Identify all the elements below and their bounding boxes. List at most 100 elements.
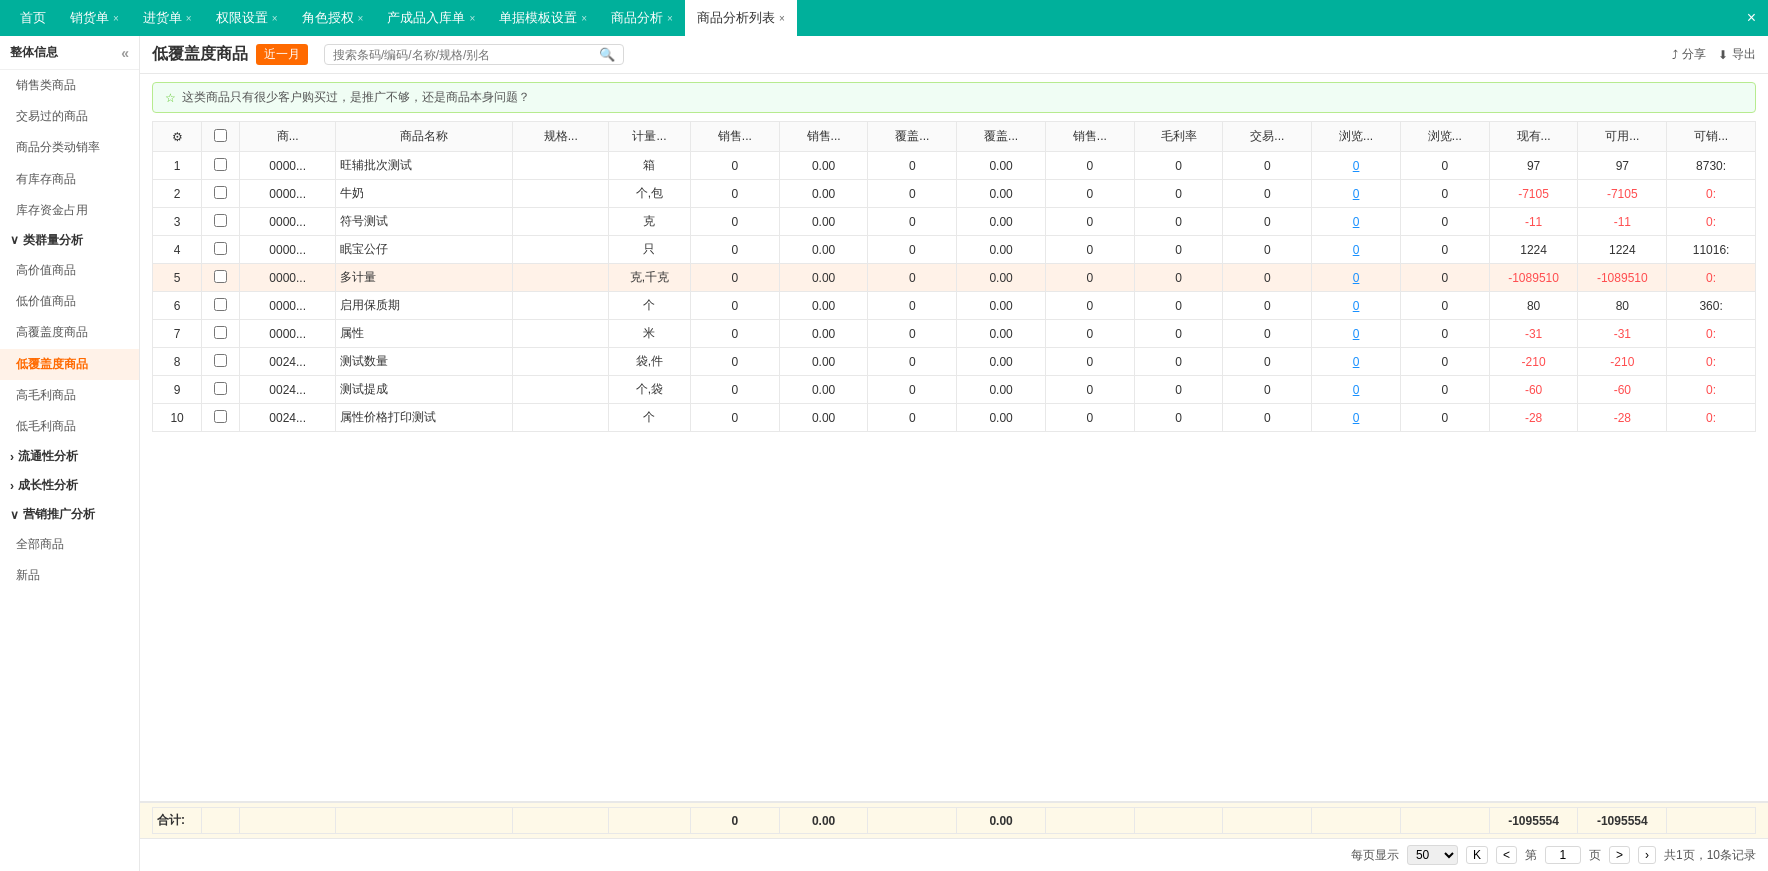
prev-page-button[interactable]: <: [1496, 846, 1517, 864]
select-all-checkbox[interactable]: [214, 129, 227, 142]
row-view1[interactable]: 0: [1312, 320, 1401, 348]
first-page-button[interactable]: K: [1466, 846, 1488, 864]
row-checkbox[interactable]: [202, 348, 240, 376]
row-checkbox[interactable]: [202, 320, 240, 348]
sales3-column-header[interactable]: 销售...: [1045, 122, 1134, 152]
sidebar-section-growth[interactable]: › 成长性分析: [0, 471, 139, 500]
cover2-column-header[interactable]: 覆盖...: [957, 122, 1046, 152]
row-view1[interactable]: 0: [1312, 292, 1401, 320]
row-sales2: 0.00: [779, 376, 868, 404]
search-input[interactable]: [333, 48, 599, 62]
row-view1[interactable]: 0: [1312, 180, 1401, 208]
share-button[interactable]: ⤴ 分享: [1672, 46, 1706, 63]
table-row: 6 0000... 启用保质期 个 0 0.00 0 0.00 0 0 0 0 …: [153, 292, 1756, 320]
sidebar-section-marketing[interactable]: ∨ 营销推广分析: [0, 500, 139, 529]
sidebar-item-all-goods[interactable]: 全部商品: [0, 529, 139, 560]
sidebar-item-low-value[interactable]: 低价值商品: [0, 286, 139, 317]
row-cover2: 0.00: [957, 292, 1046, 320]
sidebar-section-flow[interactable]: › 流通性分析: [0, 442, 139, 471]
nav-tab-permission[interactable]: 权限设置 ×: [204, 0, 290, 36]
page-size-select[interactable]: 50 100 200: [1407, 845, 1458, 865]
next-page-button[interactable]: >: [1609, 846, 1630, 864]
close-icon[interactable]: ×: [113, 13, 119, 24]
nav-tab-template[interactable]: 单据模板设置 ×: [487, 0, 599, 36]
row-sales3: 0: [1045, 292, 1134, 320]
row-trade: 0: [1223, 180, 1312, 208]
table-row: 5 0000... 多计量 克,千克 0 0.00 0 0.00 0 0 0 0…: [153, 264, 1756, 292]
close-icon[interactable]: ×: [581, 13, 587, 24]
sidebar-collapse-button[interactable]: «: [121, 45, 129, 61]
row-checkbox[interactable]: [202, 180, 240, 208]
sidebar-item-traded-goods[interactable]: 交易过的商品: [0, 101, 139, 132]
sidebar-item-in-stock[interactable]: 有库存商品: [0, 164, 139, 195]
row-unit: 个,袋: [609, 376, 691, 404]
resale-column-header[interactable]: 可销...: [1667, 122, 1756, 152]
export-button[interactable]: ⬇ 导出: [1718, 46, 1756, 63]
page-input[interactable]: [1545, 846, 1581, 864]
close-icon[interactable]: ×: [469, 13, 475, 24]
close-icon[interactable]: ×: [186, 13, 192, 24]
period-button[interactable]: 近一月: [256, 44, 308, 65]
cover1-column-header[interactable]: 覆盖...: [868, 122, 957, 152]
trade-column-header[interactable]: 交易...: [1223, 122, 1312, 152]
row-checkbox[interactable]: [202, 292, 240, 320]
nav-tab-home[interactable]: 首页: [8, 0, 58, 36]
row-checkbox[interactable]: [202, 376, 240, 404]
close-icon[interactable]: ×: [779, 13, 785, 24]
row-checkbox[interactable]: [202, 264, 240, 292]
row-view1[interactable]: 0: [1312, 236, 1401, 264]
close-icon[interactable]: ×: [272, 13, 278, 24]
row-checkbox[interactable]: [202, 152, 240, 180]
settings-column-header[interactable]: ⚙: [153, 122, 202, 152]
row-view1[interactable]: 0: [1312, 152, 1401, 180]
row-view1[interactable]: 0: [1312, 264, 1401, 292]
row-cover2: 0.00: [957, 404, 1046, 432]
nav-tab-inventory[interactable]: 产成品入库单 ×: [375, 0, 487, 36]
row-spec: [513, 292, 609, 320]
unit-column-header[interactable]: 计量...: [609, 122, 691, 152]
sales1-column-header[interactable]: 销售...: [690, 122, 779, 152]
row-checkbox[interactable]: [202, 404, 240, 432]
row-view1[interactable]: 0: [1312, 208, 1401, 236]
row-resale: 360:: [1667, 292, 1756, 320]
gross-column-header[interactable]: 毛利率: [1134, 122, 1223, 152]
row-cover2: 0.00: [957, 320, 1046, 348]
sidebar-item-high-value[interactable]: 高价值商品: [0, 255, 139, 286]
row-view1[interactable]: 0: [1312, 404, 1401, 432]
row-sales3: 0: [1045, 264, 1134, 292]
close-icon[interactable]: ×: [667, 13, 673, 24]
nav-tab-purchase[interactable]: 进货单 ×: [131, 0, 204, 36]
sidebar-item-category-rate[interactable]: 商品分类动销率: [0, 132, 139, 163]
row-unit: 个: [609, 404, 691, 432]
table-row: 4 0000... 眠宝公仔 只 0 0.00 0 0.00 0 0 0 0 0…: [153, 236, 1756, 264]
spec-column-header[interactable]: 规格...: [513, 122, 609, 152]
nav-tab-sales[interactable]: 销货单 ×: [58, 0, 131, 36]
sidebar-item-capital[interactable]: 库存资金占用: [0, 195, 139, 226]
sidebar-item-high-coverage[interactable]: 高覆盖度商品: [0, 317, 139, 348]
nav-tab-role[interactable]: 角色授权 ×: [290, 0, 376, 36]
code-column-header[interactable]: 商...: [240, 122, 336, 152]
row-checkbox[interactable]: [202, 236, 240, 264]
row-view1[interactable]: 0: [1312, 376, 1401, 404]
sidebar-item-high-profit[interactable]: 高毛利商品: [0, 380, 139, 411]
name-column-header[interactable]: 商品名称: [335, 122, 513, 152]
row-name: 牛奶: [335, 180, 513, 208]
close-icon[interactable]: ×: [358, 13, 364, 24]
sales2-column-header[interactable]: 销售...: [779, 122, 868, 152]
sidebar-item-low-profit[interactable]: 低毛利商品: [0, 411, 139, 442]
stock1-column-header[interactable]: 现有...: [1489, 122, 1578, 152]
nav-tab-analysis-list[interactable]: 商品分析列表 ×: [685, 0, 797, 36]
sidebar-item-sales-goods[interactable]: 销售类商品: [0, 70, 139, 101]
row-checkbox[interactable]: [202, 208, 240, 236]
sidebar-item-new-goods[interactable]: 新品: [0, 560, 139, 591]
nav-tab-analysis[interactable]: 商品分析 ×: [599, 0, 685, 36]
sidebar-section-group[interactable]: ∨ 类群量分析: [0, 226, 139, 255]
sidebar-item-low-coverage[interactable]: 低覆盖度商品: [0, 349, 139, 380]
last-page-button[interactable]: ›: [1638, 846, 1656, 864]
view1-column-header[interactable]: 浏览...: [1312, 122, 1401, 152]
row-view2: 0: [1400, 152, 1489, 180]
window-close-button[interactable]: ×: [1747, 9, 1756, 27]
view2-column-header[interactable]: 浏览...: [1400, 122, 1489, 152]
stock2-column-header[interactable]: 可用...: [1578, 122, 1667, 152]
row-view1[interactable]: 0: [1312, 348, 1401, 376]
